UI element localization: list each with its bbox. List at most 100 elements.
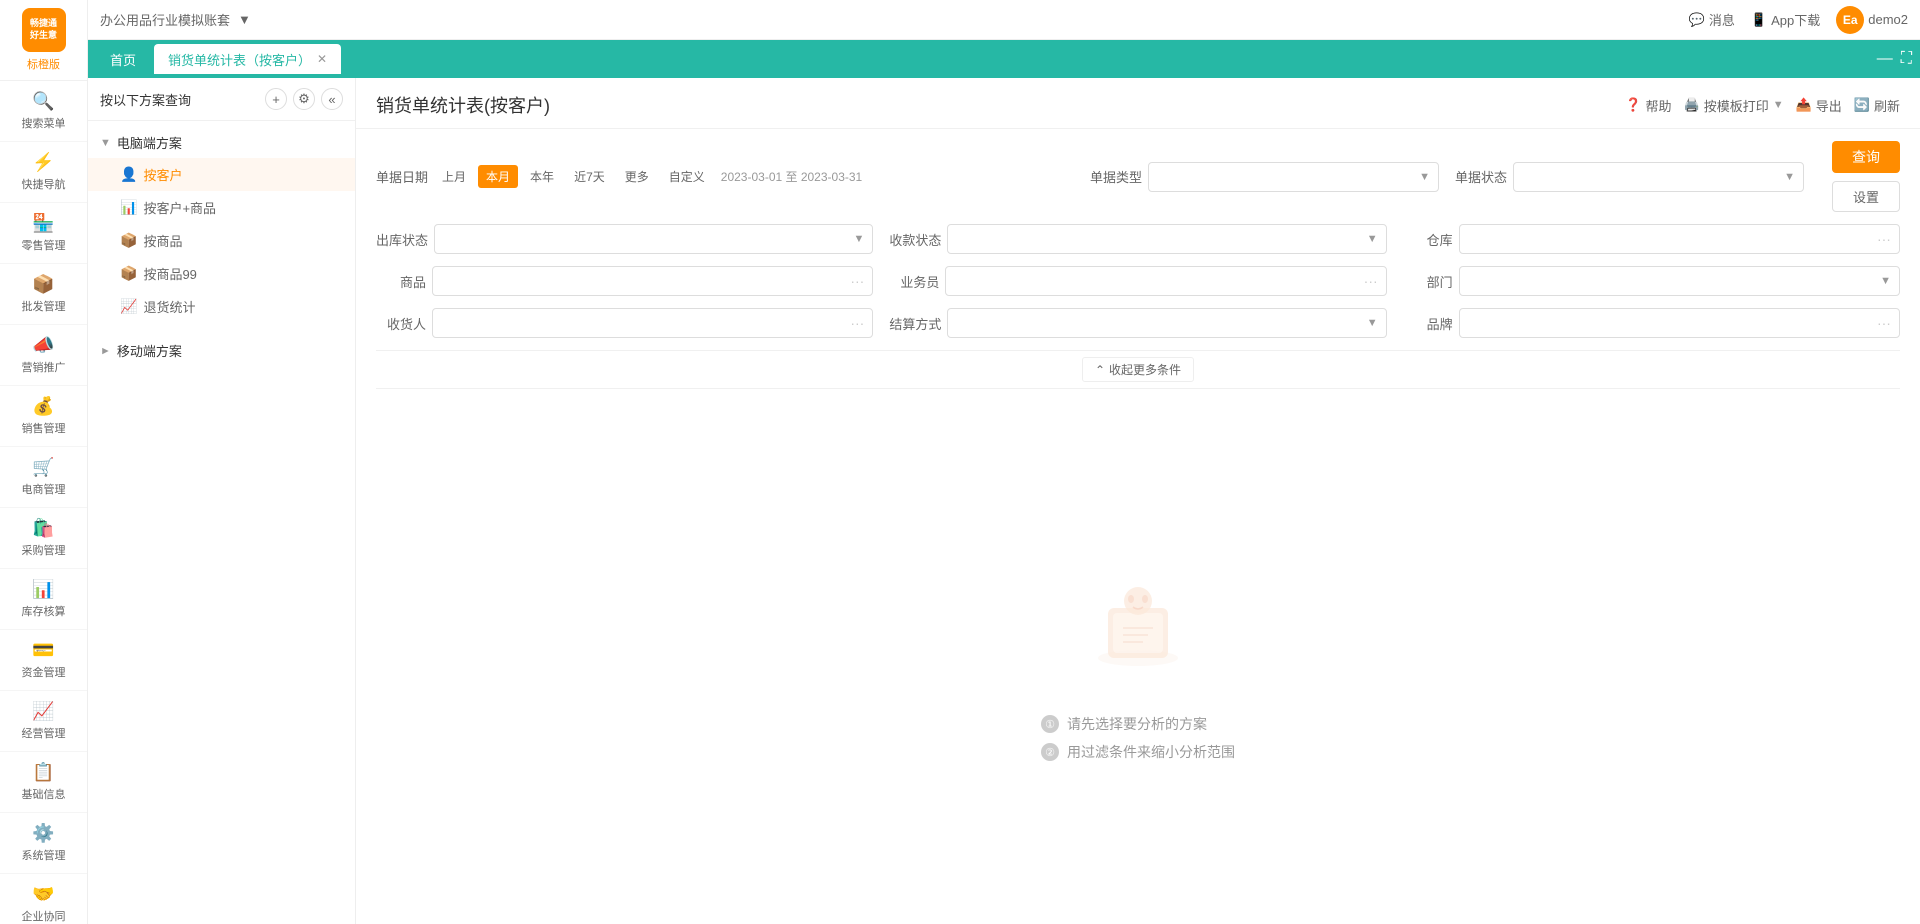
maximize-btn[interactable]: ⛶ [1901, 50, 1912, 68]
sidebar-item-wholesale[interactable]: 📦 批发管理 [0, 264, 87, 325]
sidebar-item-basic-info[interactable]: 📋 基础信息 [0, 752, 87, 813]
product-dots[interactable]: ··· [850, 273, 864, 289]
date-btn-last-month[interactable]: 上月 [434, 165, 474, 188]
settlement-select[interactable]: ▼ [947, 308, 1386, 338]
product-icon: 📦 [120, 232, 137, 249]
help-icon: ❓ [1625, 97, 1641, 113]
enterprise-icon: 🤝 [32, 884, 54, 905]
sidebar-item-label-retail: 零售管理 [22, 237, 66, 253]
sidebar-item-purchase[interactable]: 🛍️ 采购管理 [0, 508, 87, 569]
scheme-collapse-btn[interactable]: « [321, 88, 343, 110]
settings-button[interactable]: 设置 [1832, 181, 1900, 212]
top-nav: 办公用品行业模拟账套 ▼ 💬 消息 📱 App下载 Ea demo2 [88, 0, 1920, 40]
date-range-text: 2023-03-01 至 2023-03-31 [721, 168, 862, 185]
sidebar-item-system[interactable]: ⚙️ 系统管理 [0, 813, 87, 874]
mobile-section-label: 移动端方案 [117, 341, 182, 360]
date-group: 上月 本月 本年 近7天 更多 自定义 2023-03-01 至 2023-03… [434, 165, 862, 188]
scheme-item-return-stats[interactable]: 📈 退货统计 [88, 290, 355, 323]
filter-collect-status: 收款状态 ▼ [889, 224, 1386, 254]
scheme-actions: + ⚙ « [265, 88, 343, 110]
app-download-label: App下载 [1771, 10, 1820, 29]
sidebar-item-label-quick-nav: 快捷导航 [22, 176, 66, 192]
collapse-button[interactable]: ⌃ 收起更多条件 [1082, 357, 1194, 382]
brand-select[interactable]: ··· [1459, 308, 1900, 338]
app-download-btn[interactable]: 📱 App下载 [1751, 10, 1820, 29]
empty-hint-2: ② 用过滤条件来缩小分析范围 [1041, 742, 1235, 762]
avatar: Ea [1836, 6, 1864, 34]
filter-salesperson: 业务员 ··· [889, 266, 1386, 296]
filter-out-status: 出库状态 ▼ [376, 224, 873, 254]
minimize-btn[interactable]: — [1877, 50, 1893, 68]
settlement-label: 结算方式 [889, 314, 941, 333]
scheme-settings-btn[interactable]: ⚙ [293, 88, 315, 110]
date-btn-current-year[interactable]: 本年 [522, 165, 562, 188]
product-select[interactable]: ··· [432, 266, 873, 296]
sidebar-item-ecommerce[interactable]: 🛒 电商管理 [0, 447, 87, 508]
doc-type-select[interactable]: ▼ [1148, 162, 1439, 192]
marketing-icon: 📣 [32, 335, 54, 356]
mobile-section-header[interactable]: ▼ 移动端方案 [88, 335, 355, 366]
scheme-item-by-product[interactable]: 📦 按商品 [88, 224, 355, 257]
scheme-item-by-product-99[interactable]: 📦 按商品99 [88, 257, 355, 290]
salesperson-dots[interactable]: ··· [1364, 273, 1378, 289]
warehouse-dots[interactable]: ··· [1877, 231, 1891, 247]
recipient-label: 收货人 [376, 314, 426, 333]
sidebar-item-enterprise[interactable]: 🤝 企业协同 [0, 874, 87, 924]
system-icon: ⚙️ [32, 823, 54, 844]
scheme-item-by-customer-label: 按客户 [143, 165, 182, 184]
brand-dots[interactable]: ··· [1877, 315, 1891, 331]
scheme-item-by-customer-product[interactable]: 📊 按客户+商品 [88, 191, 355, 224]
collect-status-select[interactable]: ▼ [947, 224, 1386, 254]
date-btn-current-month[interactable]: 本月 [478, 165, 518, 188]
doc-status-select[interactable]: ▼ [1513, 162, 1804, 192]
filter-department: 部门 ▼ [1403, 266, 1900, 296]
query-button[interactable]: 查询 [1832, 141, 1900, 173]
filter-area: 单据日期 上月 本月 本年 近7天 更多 自定义 2023-03-01 至 20… [356, 129, 1920, 401]
messages-btn[interactable]: 💬 消息 [1689, 10, 1735, 29]
department-select[interactable]: ▼ [1459, 266, 1900, 296]
refresh-link[interactable]: 🔄 刷新 [1854, 96, 1900, 115]
filter-row-1: 单据日期 上月 本月 本年 近7天 更多 自定义 2023-03-01 至 20… [376, 141, 1900, 212]
help-link[interactable]: ❓ 帮助 [1625, 96, 1671, 115]
tab-home[interactable]: 首页 [96, 44, 150, 74]
desktop-section-header[interactable]: ▼ 电脑端方案 [88, 127, 355, 158]
sidebar-item-retail[interactable]: 🏪 零售管理 [0, 203, 87, 264]
sidebar-item-inventory[interactable]: 📊 库存核算 [0, 569, 87, 630]
sidebar-item-label-sales: 销售管理 [22, 420, 66, 436]
export-link[interactable]: 📤 导出 [1796, 96, 1842, 115]
tab-close-icon[interactable]: ✕ [317, 52, 327, 66]
scheme-add-btn[interactable]: + [265, 88, 287, 110]
warehouse-select[interactable]: ··· [1459, 224, 1900, 254]
out-status-select[interactable]: ▼ [434, 224, 873, 254]
salesperson-label: 业务员 [889, 272, 939, 291]
sidebar-item-quick-nav[interactable]: ⚡ 快捷导航 [0, 142, 87, 203]
recipient-dots[interactable]: ··· [850, 315, 864, 331]
return-icon: 📈 [120, 298, 137, 315]
logo-text: 标橙版 [27, 56, 60, 72]
sidebar-item-search[interactable]: 🔍 搜索菜单 [0, 81, 87, 142]
action-buttons: 查询 设置 [1832, 141, 1900, 212]
filter-product: 商品 ··· [376, 266, 873, 296]
top-nav-dropdown[interactable]: ▼ [238, 12, 251, 27]
sidebar-item-operations[interactable]: 📈 经营管理 [0, 691, 87, 752]
logo-icon: 畅捷通好生意 [22, 8, 66, 52]
sidebar-item-marketing[interactable]: 📣 营销推广 [0, 325, 87, 386]
sidebar-item-label-marketing: 营销推广 [22, 359, 66, 375]
desktop-section-arrow: ▼ [100, 137, 111, 149]
date-btn-custom[interactable]: 自定义 [661, 165, 713, 188]
sidebar-item-sales[interactable]: 💰 销售管理 [0, 386, 87, 447]
user-profile[interactable]: Ea demo2 [1836, 6, 1908, 34]
scheme-item-by-customer[interactable]: 👤 按客户 [88, 158, 355, 191]
sidebar-item-label-purchase: 采购管理 [22, 542, 66, 558]
top-nav-right: 💬 消息 📱 App下载 Ea demo2 [1689, 6, 1908, 34]
date-btn-last-7-days[interactable]: 近7天 [566, 165, 613, 188]
tab-sales-stats[interactable]: 销货单统计表（按客户） ✕ [154, 44, 341, 74]
sidebar-item-finance[interactable]: 💳 资金管理 [0, 630, 87, 691]
salesperson-select[interactable]: ··· [945, 266, 1386, 296]
template-print-link[interactable]: 🖨️ 按模板打印 ▼ [1684, 96, 1784, 115]
date-btn-more[interactable]: 更多 [617, 165, 657, 188]
department-chevron: ▼ [1880, 275, 1891, 287]
retail-icon: 🏪 [32, 213, 54, 234]
filter-doc-status: 单据状态 ▼ [1455, 162, 1804, 192]
recipient-select[interactable]: ··· [432, 308, 873, 338]
